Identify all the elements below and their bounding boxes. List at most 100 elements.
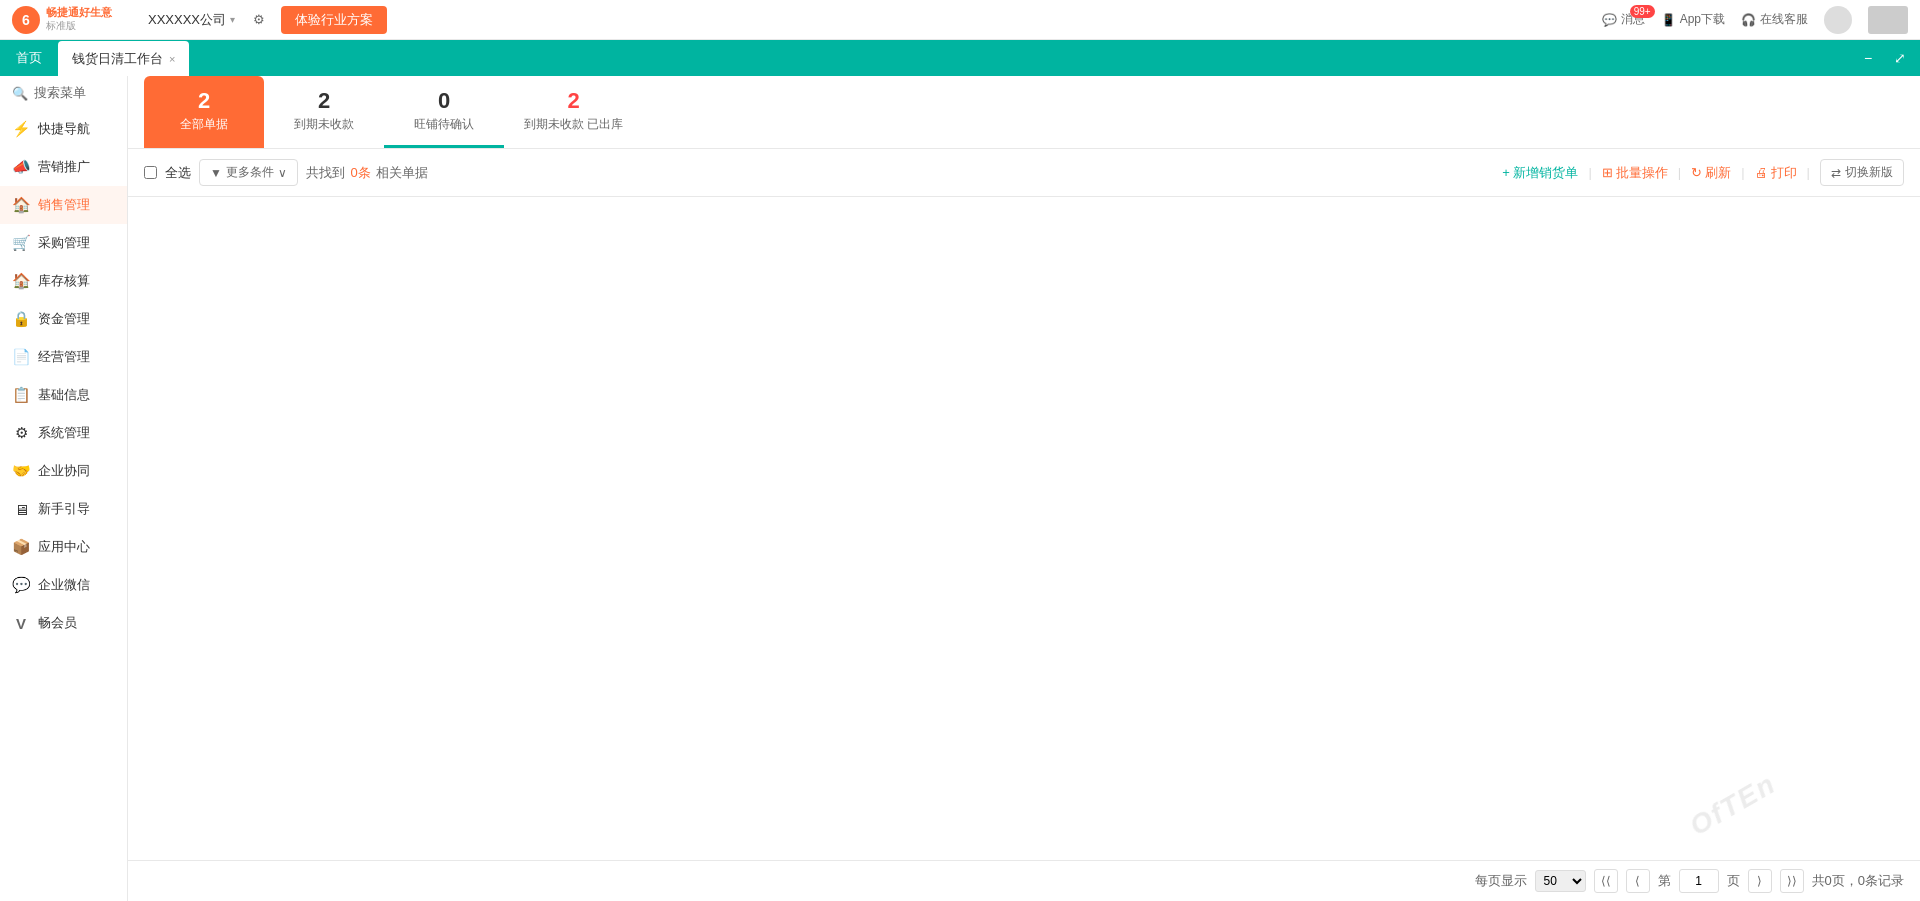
sidebar-search[interactable]: 🔍 搜索菜单 — [0, 76, 127, 110]
sidebar-item-system[interactable]: ⚙ 系统管理 — [0, 414, 127, 452]
header-right: 💬 消息 99+ 📱 App下载 🎧 在线客服 — [1602, 6, 1908, 34]
filter-button[interactable]: ▼ 更多条件 ∨ — [199, 159, 298, 186]
online-service-label: 在线客服 — [1760, 11, 1808, 28]
logo-line2: 标准版 — [46, 19, 112, 33]
sidebar-item-inventory[interactable]: 🏠 库存核算 — [0, 262, 127, 300]
per-page-select[interactable]: 50 100 200 — [1535, 870, 1586, 892]
table-area — [128, 197, 1920, 860]
tab-count-all: 2 — [198, 88, 210, 114]
sidebar-item-wechat[interactable]: 💬 企业微信 — [0, 566, 127, 604]
sidebar-label-system: 系统管理 — [38, 424, 90, 442]
refresh-button[interactable]: ↻ 刷新 — [1691, 164, 1731, 182]
stats-tabs: 2 全部单据 2 到期未收款 0 旺铺待确认 2 到期未收款 已出库 — [128, 76, 1920, 149]
sidebar-item-basic-info[interactable]: 📋 基础信息 — [0, 376, 127, 414]
tab-home[interactable]: 首页 — [0, 40, 58, 76]
tab-count-pending: 0 — [438, 88, 450, 114]
filter-icon: ▼ — [210, 166, 222, 180]
tab-qinghuori[interactable]: 钱货日清工作台 × — [58, 41, 189, 77]
batch-operation-button[interactable]: ⊞ 批量操作 — [1602, 164, 1668, 182]
select-all-checkbox[interactable] — [144, 166, 157, 179]
sidebar-item-guide[interactable]: 🖥 新手引导 — [0, 490, 127, 528]
sidebar-label-basic-info: 基础信息 — [38, 386, 90, 404]
logo-icon: 6 — [12, 6, 40, 34]
sidebar-item-purchase[interactable]: 🛒 采购管理 — [0, 224, 127, 262]
first-page-button[interactable]: ⟨⟨ — [1594, 869, 1618, 893]
sidebar-label-enterprise: 企业协同 — [38, 462, 90, 480]
cart-icon: 🛒 — [12, 234, 30, 252]
sidebar-label-guide: 新手引导 — [38, 500, 90, 518]
sidebar-item-finance[interactable]: 🔒 资金管理 — [0, 300, 127, 338]
toolbar-left: 全选 ▼ 更多条件 ∨ 共找到 0条 相关单据 — [144, 159, 428, 186]
toolbar: 全选 ▼ 更多条件 ∨ 共找到 0条 相关单据 + 新增销货单 | ⊞ 批量操作 — [128, 149, 1920, 197]
toolbar-right: + 新增销货单 | ⊞ 批量操作 | ↻ 刷新 | 🖨 打印 | ⇄ — [1502, 159, 1904, 186]
message-badge: 99+ — [1630, 5, 1655, 18]
sidebar-item-member[interactable]: V 畅会员 — [0, 604, 127, 642]
pagination: 每页显示 50 100 200 ⟨⟨ ⟨ 第 页 ⟩ ⟩⟩ 共0页，0条记录 — [128, 860, 1920, 901]
filter-chevron-icon: ∨ — [278, 166, 287, 180]
username-area[interactable] — [1868, 6, 1908, 34]
sidebar-item-quick-nav[interactable]: ⚡ 快捷导航 — [0, 110, 127, 148]
app-icon: 📦 — [12, 538, 30, 556]
tab-count-shipped: 2 — [568, 88, 580, 114]
stats-tab-shipped[interactable]: 2 到期未收款 已出库 — [504, 76, 643, 148]
chevron-down-icon: ▾ — [230, 14, 235, 25]
warehouse-icon: 🏠 — [12, 272, 30, 290]
settings-button[interactable]: ⚙ — [245, 6, 273, 34]
tab-maximize-button[interactable]: ⤢ — [1888, 46, 1912, 70]
sidebar-item-sales[interactable]: 🏠 销售管理 — [0, 186, 127, 224]
megaphone-icon: 📣 — [12, 158, 30, 176]
sidebar-label-purchase: 采购管理 — [38, 234, 90, 252]
sidebar-label-app-center: 应用中心 — [38, 538, 90, 556]
filter-label: 更多条件 — [226, 164, 274, 181]
main-layout: 🔍 搜索菜单 ⚡ 快捷导航 📣 营销推广 🏠 销售管理 🛒 采购管理 🏠 库存核… — [0, 76, 1920, 901]
sidebar-item-enterprise[interactable]: 🤝 企业协同 — [0, 452, 127, 490]
sidebar: 🔍 搜索菜单 ⚡ 快捷导航 📣 营销推广 🏠 销售管理 🛒 采购管理 🏠 库存核… — [0, 76, 128, 901]
logo-text: 畅捷通好生意 标准版 — [46, 6, 112, 33]
page-number-input[interactable] — [1679, 869, 1719, 893]
print-label: 打印 — [1771, 164, 1797, 182]
sidebar-label-sales: 销售管理 — [38, 196, 90, 214]
member-icon: V — [12, 614, 30, 632]
tab-bar-actions: − ⤢ — [1856, 46, 1920, 70]
app-download-icon: 📱 — [1661, 13, 1676, 27]
print-button[interactable]: 🖨 打印 — [1755, 164, 1797, 182]
stats-tab-pending[interactable]: 0 旺铺待确认 — [384, 76, 504, 148]
app-download-label: App下载 — [1680, 11, 1725, 28]
stats-tab-overdue[interactable]: 2 到期未收款 — [264, 76, 384, 148]
tab-label-shipped: 到期未收款 已出库 — [524, 116, 623, 133]
page-label: 第 — [1658, 872, 1671, 890]
shop-icon: 🏠 — [12, 196, 30, 214]
wechat-icon: 💬 — [12, 576, 30, 594]
switch-icon: ⇄ — [1831, 166, 1841, 180]
tab-label-all: 全部单据 — [180, 116, 228, 133]
tab-close-button[interactable]: × — [169, 53, 175, 65]
lock-icon: 🔒 — [12, 310, 30, 328]
found-count: 0条 — [351, 165, 371, 180]
trial-button[interactable]: 体验行业方案 — [281, 6, 387, 34]
stats-tab-all[interactable]: 2 全部单据 — [144, 76, 264, 148]
tab-minimize-button[interactable]: − — [1856, 46, 1880, 70]
refresh-icon: ↻ — [1691, 165, 1702, 180]
avatar[interactable] — [1824, 6, 1852, 34]
app-download-button[interactable]: 📱 App下载 — [1661, 11, 1725, 28]
online-service-button[interactable]: 🎧 在线客服 — [1741, 11, 1808, 28]
company-selector[interactable]: XXXXXX公司 ▾ — [148, 11, 235, 29]
last-page-button[interactable]: ⟩⟩ — [1780, 869, 1804, 893]
switch-version-button[interactable]: ⇄ 切换新版 — [1820, 159, 1904, 186]
tab-label-pending: 旺铺待确认 — [414, 116, 474, 133]
tab-bar: 首页 钱货日清工作台 × − ⤢ — [0, 40, 1920, 76]
switch-label: 切换新版 — [1845, 164, 1893, 181]
message-button[interactable]: 💬 消息 99+ — [1602, 11, 1645, 28]
batch-icon: ⊞ — [1602, 165, 1613, 180]
sidebar-item-app-center[interactable]: 📦 应用中心 — [0, 528, 127, 566]
sidebar-item-operation[interactable]: 📄 经营管理 — [0, 338, 127, 376]
prev-page-button[interactable]: ⟨ — [1626, 869, 1650, 893]
sidebar-label-operation: 经营管理 — [38, 348, 90, 366]
next-page-button[interactable]: ⟩ — [1748, 869, 1772, 893]
divider-3: | — [1741, 165, 1744, 180]
divider-4: | — [1807, 165, 1810, 180]
sidebar-item-marketing[interactable]: 📣 营销推广 — [0, 148, 127, 186]
sidebar-label-member: 畅会员 — [38, 614, 77, 632]
add-order-button[interactable]: + 新增销货单 — [1502, 164, 1578, 182]
table-icon: 📋 — [12, 386, 30, 404]
